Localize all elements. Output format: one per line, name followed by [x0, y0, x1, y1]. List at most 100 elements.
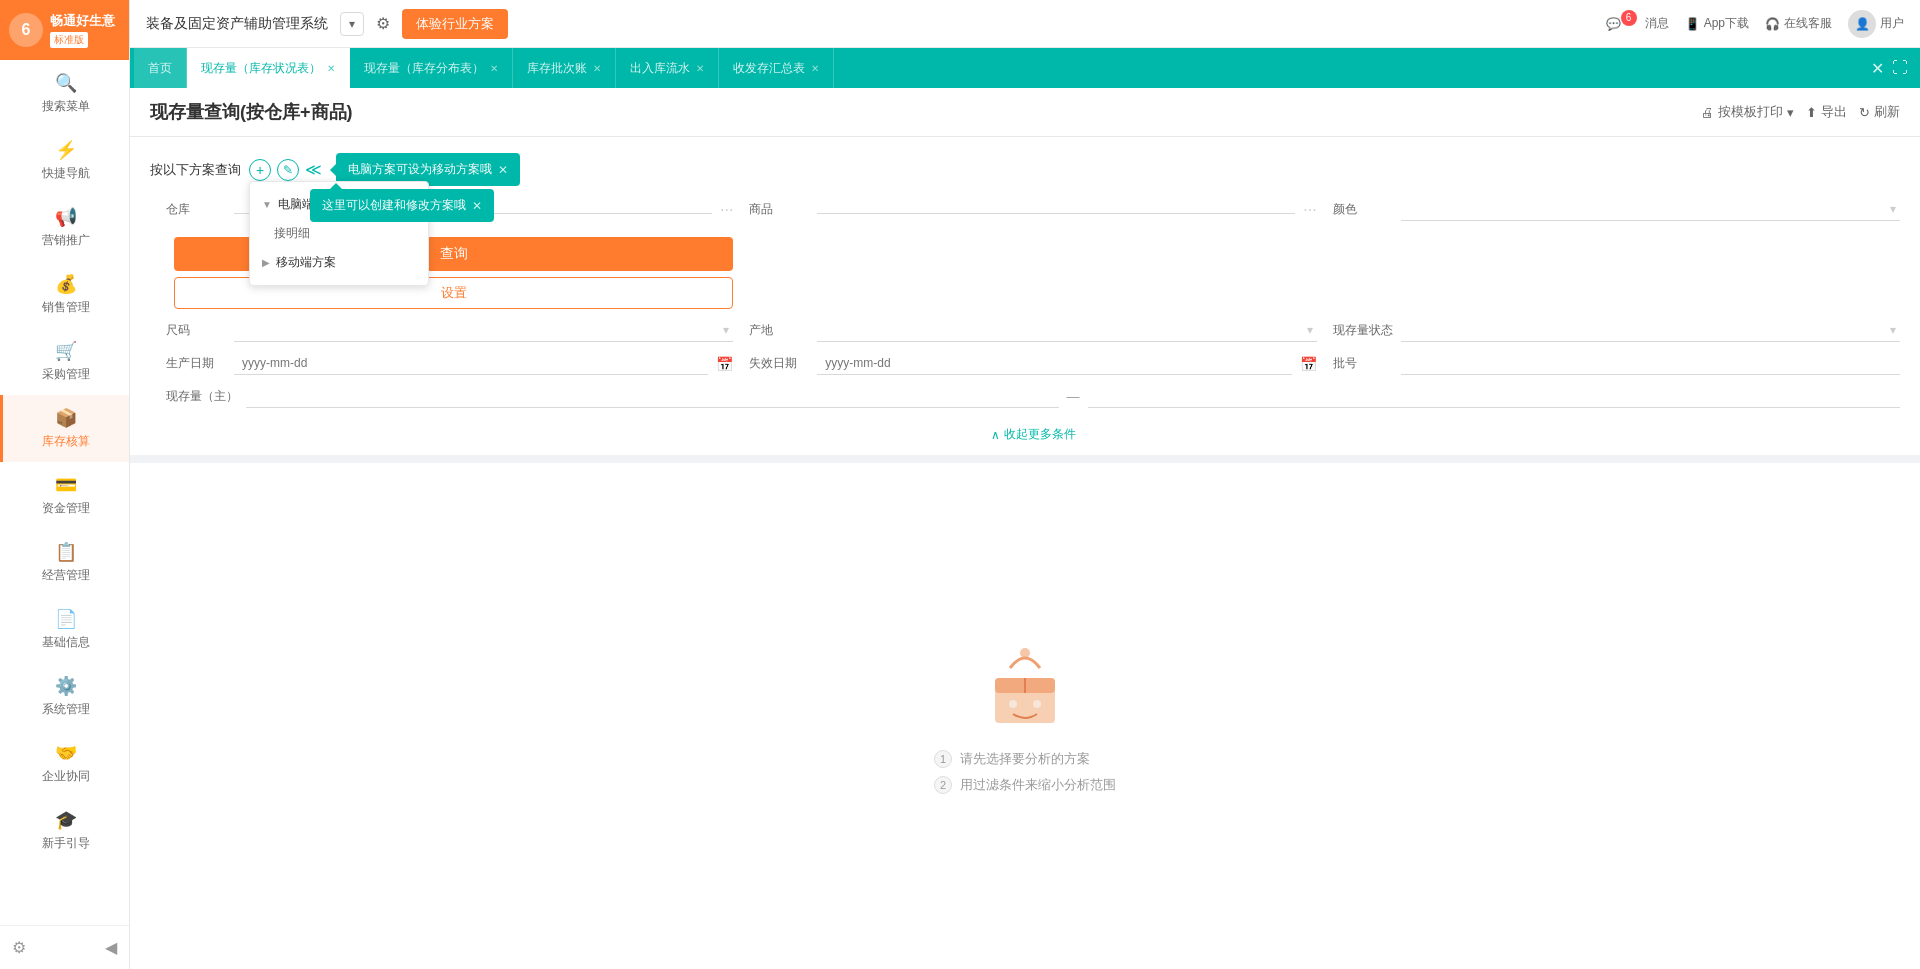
print-button[interactable]: 🖨 按模板打印 ▾: [1701, 103, 1794, 121]
main-area: 装备及固定资产辅助管理系统 ▾ ⚙ 体验行业方案 💬 6 消息 📱 App下载 …: [130, 0, 1920, 969]
origin-chevron-icon: ▾: [1307, 323, 1313, 337]
sidebar-nav: 🔍 搜索菜单 ⚡ 快捷导航 📢 营销推广 💰 销售管理 🛒 采购管理 📦 库存核…: [0, 60, 129, 925]
svg-point-7: [1020, 648, 1030, 658]
sidebar-item-sales[interactable]: 💰 销售管理: [0, 261, 129, 328]
tab-summary[interactable]: 收发存汇总表 ✕: [719, 48, 834, 88]
product-dots-icon[interactable]: ···: [1303, 201, 1316, 219]
tab-close-icon[interactable]: ✕: [811, 63, 819, 74]
gear-icon: ⚙️: [55, 675, 77, 697]
export-button[interactable]: ⬆ 导出: [1806, 103, 1847, 121]
batch-input[interactable]: [1401, 352, 1900, 375]
color-select[interactable]: ▾: [1401, 198, 1900, 221]
add-scheme-button[interactable]: +: [249, 159, 271, 181]
sidebar-item-label: 资金管理: [42, 500, 90, 517]
tab-close-icon[interactable]: ✕: [490, 63, 498, 74]
stock-qty-to-input[interactable]: [1088, 385, 1901, 408]
sidebar-item-basic[interactable]: 📄 基础信息: [0, 596, 129, 663]
production-date-calendar-icon[interactable]: 📅: [716, 356, 733, 372]
user-action[interactable]: 👤 用户: [1848, 10, 1904, 38]
tab-close-icon[interactable]: ✕: [696, 63, 704, 74]
scheme-sub-item[interactable]: 接明细: [250, 219, 428, 248]
tab-batch[interactable]: 库存批次账 ✕: [513, 48, 616, 88]
sidebar-item-system[interactable]: ⚙️ 系统管理: [0, 663, 129, 730]
tab-fullscreen-icon[interactable]: ⛶: [1892, 59, 1908, 77]
tip-num-2: 2: [934, 776, 952, 794]
product-select[interactable]: [817, 205, 1295, 214]
scheme-mobile[interactable]: ▶ 移动端方案: [250, 248, 428, 277]
sidebar-item-marketing[interactable]: 📢 营销推广: [0, 194, 129, 261]
empty-tips: 1 请先选择要分析的方案 2 用过滤条件来缩小分析范围: [934, 750, 1116, 794]
tab-close-all-icon[interactable]: ✕: [1871, 59, 1884, 78]
sidebar-item-label: 采购管理: [42, 366, 90, 383]
sidebar-item-purchase[interactable]: 🛒 采购管理: [0, 328, 129, 395]
header-right: 💬 6 消息 📱 App下载 🎧 在线客服 👤 用户: [1606, 10, 1904, 38]
handshake-icon: 🤝: [55, 742, 77, 764]
tab-label: 现存量（库存状况表）: [201, 60, 321, 77]
logo-text: 畅通好生意: [50, 12, 115, 30]
expiry-date-input[interactable]: [817, 352, 1291, 375]
tip-text-2: 用过滤条件来缩小分析范围: [960, 776, 1116, 794]
product-label: 商品: [749, 201, 809, 218]
tab-label: 收发存汇总表: [733, 60, 805, 77]
tab-home[interactable]: 首页: [134, 48, 187, 88]
industry-button[interactable]: 体验行业方案: [402, 9, 508, 39]
settings-bottom-icon[interactable]: ⚙: [12, 938, 26, 957]
sidebar-item-label: 企业协同: [42, 768, 90, 785]
tab-inventory-dist[interactable]: 现存量（库存分布表） ✕: [350, 48, 513, 88]
system-dropdown[interactable]: ▾: [340, 12, 364, 36]
sidebar-item-label: 基础信息: [42, 634, 90, 651]
money-icon: 💰: [55, 273, 77, 295]
app-download-action[interactable]: 📱 App下载: [1685, 15, 1749, 32]
settings-icon[interactable]: ⚙: [376, 14, 390, 33]
color-chevron-icon: ▾: [1890, 202, 1896, 216]
expiry-date-calendar-icon[interactable]: 📅: [1300, 356, 1317, 372]
color-label: 颜色: [1333, 201, 1393, 218]
production-date-input[interactable]: [234, 352, 708, 375]
status-chevron-icon: ▾: [1890, 323, 1896, 337]
sidebar-item-nav[interactable]: ⚡ 快捷导航: [0, 127, 129, 194]
message-action[interactable]: 💬 6 消息: [1606, 15, 1669, 32]
empty-tip-1: 1 请先选择要分析的方案: [934, 750, 1116, 768]
online-support-action[interactable]: 🎧 在线客服: [1765, 15, 1832, 32]
export-icon: ⬆: [1806, 105, 1817, 120]
create-tooltip-close[interactable]: ✕: [472, 199, 482, 213]
sidebar-item-management[interactable]: 📋 经营管理: [0, 529, 129, 596]
create-tooltip: 这里可以创建和修改方案哦 ✕: [310, 189, 494, 222]
back-scheme-button[interactable]: ≪: [305, 160, 322, 179]
edit-scheme-button[interactable]: ✎: [277, 159, 299, 181]
filter-field-size: 尺码 ▾: [166, 319, 733, 342]
sidebar-item-label: 快捷导航: [42, 165, 90, 182]
refresh-button[interactable]: ↻ 刷新: [1859, 103, 1900, 121]
warehouse-dots-icon[interactable]: ···: [720, 201, 733, 219]
collapse-button[interactable]: ∧ 收起更多条件: [991, 426, 1076, 443]
stock-qty-from-input[interactable]: [246, 385, 1059, 408]
size-select[interactable]: ▾: [234, 319, 733, 342]
page-header: 现存量查询(按仓库+商品) 🖨 按模板打印 ▾ ⬆ 导出 ↻ 刷新: [130, 88, 1920, 137]
filter-field-expiry-date: 失效日期 📅: [749, 352, 1316, 375]
phone-icon: 📱: [1685, 17, 1700, 31]
sidebar-bottom: ⚙ ◀: [0, 925, 129, 969]
tab-close-icon[interactable]: ✕: [327, 63, 335, 74]
sidebar-item-finance[interactable]: 💳 资金管理: [0, 462, 129, 529]
tab-close-icon[interactable]: ✕: [593, 63, 601, 74]
sidebar-item-inventory[interactable]: 📦 库存核算: [0, 395, 129, 462]
sidebar-item-corp[interactable]: 🤝 企业协同: [0, 730, 129, 797]
user-label: 用户: [1880, 15, 1904, 32]
sidebar-item-label: 库存核算: [42, 433, 90, 450]
box-icon: 📦: [55, 407, 77, 429]
filter-field-batch: 批号: [1333, 352, 1900, 375]
logo-icon: 6: [8, 12, 44, 48]
tab-flow[interactable]: 出入库流水 ✕: [616, 48, 719, 88]
tab-inventory-status[interactable]: 现存量（库存状况表） ✕: [187, 48, 350, 88]
filter-section: 按以下方案查询 + ✎ ≪ 电脑方案可设为移动方案哦 ✕ ▼ 电脑端方案: [130, 137, 1920, 455]
scheme-tooltip-close[interactable]: ✕: [498, 163, 508, 177]
refresh-icon: ↻: [1859, 105, 1870, 120]
collapse-sidebar-icon[interactable]: ◀: [105, 938, 117, 957]
sidebar-item-guide[interactable]: 🎓 新手引导: [0, 797, 129, 864]
filter-label: 按以下方案查询: [150, 161, 241, 179]
message-badge: 6: [1621, 10, 1637, 26]
sidebar-item-search[interactable]: 🔍 搜索菜单: [0, 60, 129, 127]
filter-field-status: 现存量状态 ▾: [1333, 319, 1900, 342]
origin-select[interactable]: ▾: [817, 319, 1316, 342]
status-select[interactable]: ▾: [1401, 319, 1900, 342]
